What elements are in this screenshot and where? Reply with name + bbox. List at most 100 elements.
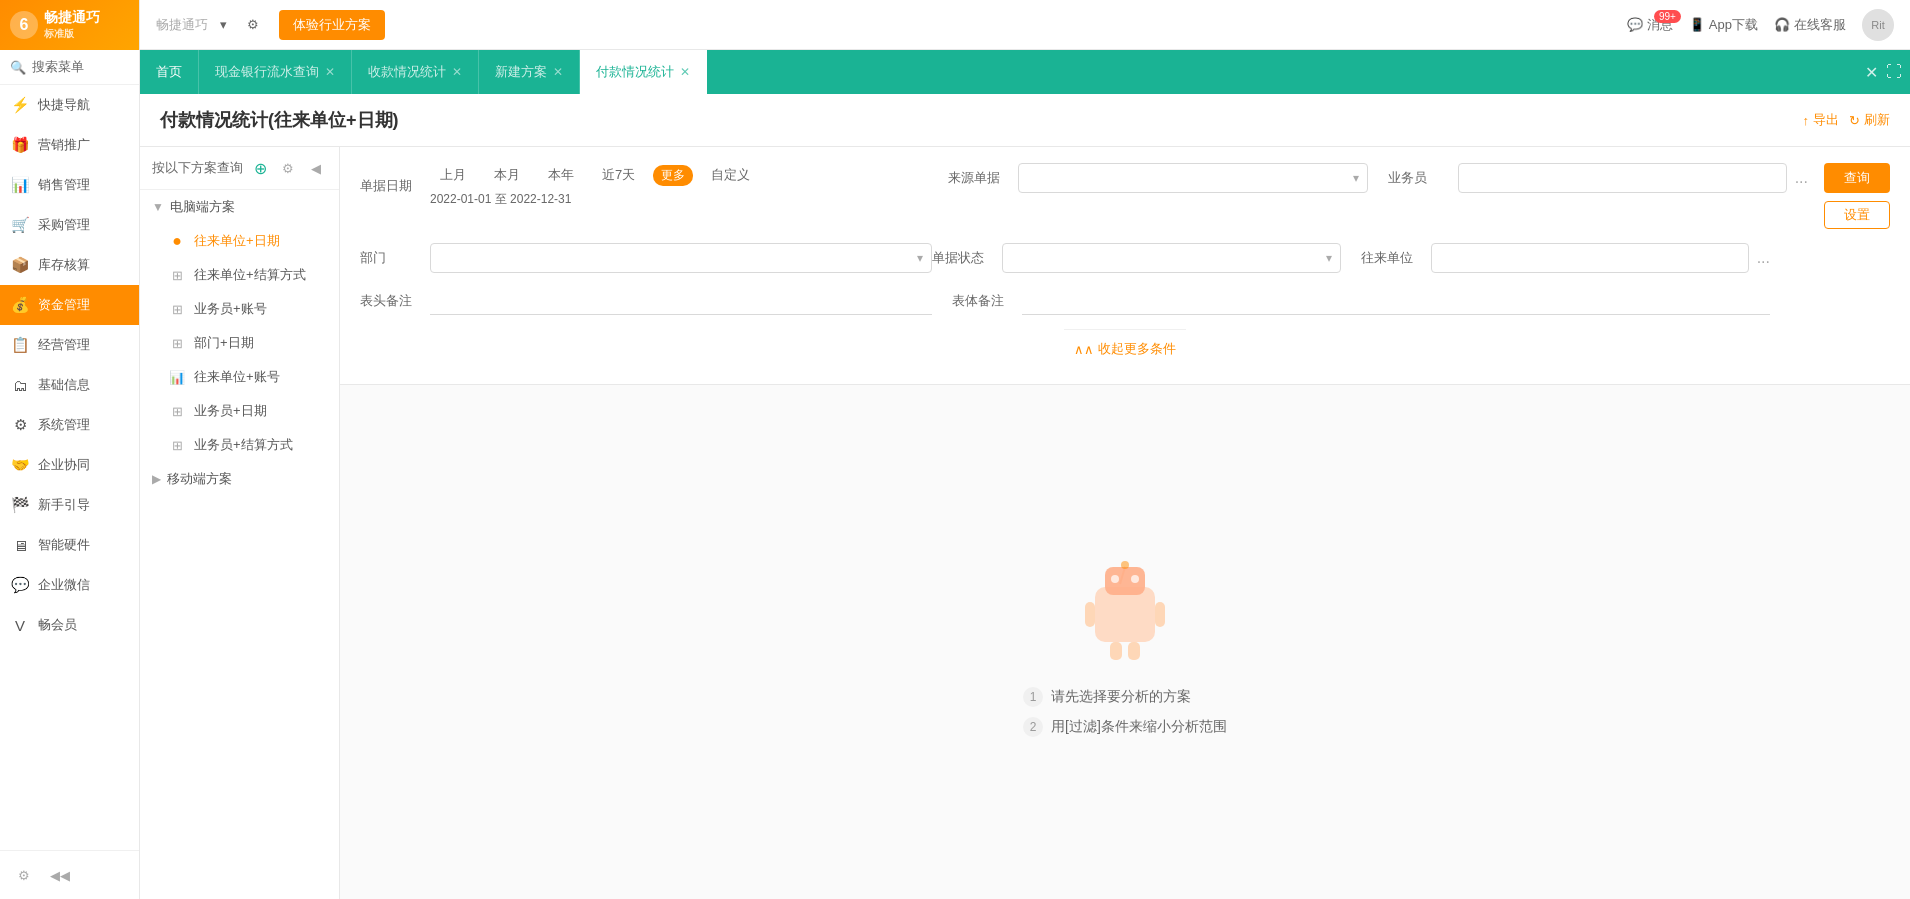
sidebar-item-label-wechat: 企业微信: [38, 576, 90, 594]
scheme-item-label-partner-date: 往来单位+日期: [194, 232, 280, 250]
salesman-dots[interactable]: ...: [1795, 169, 1808, 187]
message-btn[interactable]: 💬 消息 99+: [1627, 16, 1673, 34]
sidebar-search[interactable]: 🔍 搜索菜单: [0, 50, 139, 85]
sidebar-item-system[interactable]: ⚙ 系统管理: [0, 405, 139, 445]
date-option-this-year[interactable]: 本年: [538, 163, 584, 187]
date-label: 单据日期: [360, 177, 430, 195]
settings-btn[interactable]: 设置: [1824, 201, 1890, 229]
salesman-input[interactable]: [1458, 163, 1787, 193]
app-download-btn[interactable]: 📱 App下载: [1689, 16, 1758, 34]
dept-input[interactable]: ▾: [430, 243, 932, 273]
sidebar-item-inventory[interactable]: 📦 库存核算: [0, 245, 139, 285]
scheme-item-partner-date[interactable]: ● 往来单位+日期: [140, 224, 339, 258]
search-label: 搜索菜单: [32, 58, 84, 76]
sidebar-item-purchase[interactable]: 🛒 采购管理: [0, 205, 139, 245]
export-btn[interactable]: ↑ 导出: [1803, 111, 1840, 129]
scheme-group-desktop-title[interactable]: ▼ 电脑端方案: [140, 190, 339, 224]
sidebar-item-wechat[interactable]: 💬 企业微信: [0, 565, 139, 605]
date-option-custom[interactable]: 自定义: [701, 163, 760, 187]
topbar: 畅捷通巧 ▾ ⚙ 体验行业方案 💬 消息 99+ 📱 App下载 🎧 在线客服 …: [140, 0, 1910, 50]
note-header-input[interactable]: [430, 287, 932, 315]
finance-icon: 💰: [10, 295, 30, 315]
query-btn[interactable]: 查询: [1824, 163, 1890, 193]
refresh-btn[interactable]: ↻ 刷新: [1849, 111, 1890, 129]
inventory-icon: 📦: [10, 255, 30, 275]
date-option-this-month[interactable]: 本月: [484, 163, 530, 187]
sidebar-item-sales[interactable]: 📊 销售管理: [0, 165, 139, 205]
tab-home[interactable]: 首页: [140, 50, 199, 94]
tab-close-payment-stat[interactable]: ✕: [680, 65, 690, 79]
source-label: 来源单据: [948, 169, 1018, 187]
tab-expand-btn[interactable]: ⛶: [1886, 63, 1902, 81]
scheme-item-label-partner-account: 往来单位+账号: [194, 368, 280, 386]
scheme-item-salesman-date[interactable]: ⊞ 业务员+日期: [140, 394, 339, 428]
tab-new-scheme[interactable]: 新建方案 ✕: [479, 50, 580, 94]
scheme-group-desktop: ▼ 电脑端方案 ● 往来单位+日期 ⊞ 往来单位+结算方式 ⊞ 业务员+账号 ⊞: [140, 190, 339, 462]
topbar-dropdown[interactable]: ▾: [220, 17, 227, 32]
sidebar-collapse-btn[interactable]: ◀◀: [46, 861, 74, 889]
dropdown-arrow-icon: ▾: [220, 17, 227, 32]
tab-label-bank: 现金银行流水查询: [215, 63, 319, 81]
wechat-icon: 💬: [10, 575, 30, 595]
tab-close-all-btn[interactable]: ✕: [1865, 63, 1878, 82]
online-service-btn[interactable]: 🎧 在线客服: [1774, 16, 1846, 34]
tab-close-new-scheme[interactable]: ✕: [553, 65, 563, 79]
sidebar-item-operations[interactable]: 📋 经营管理: [0, 325, 139, 365]
date-option-last-month[interactable]: 上月: [430, 163, 476, 187]
sidebar-item-hardware[interactable]: 🖥 智能硬件: [0, 525, 139, 565]
scheme-collapse-btn[interactable]: ◀: [305, 157, 327, 179]
partner-input[interactable]: [1431, 243, 1748, 273]
page-title: 付款情况统计(往来单位+日期): [160, 108, 399, 132]
sidebar-logo: 6 畅捷通巧 标准版: [0, 0, 139, 50]
sales-icon: 📊: [10, 175, 30, 195]
guide-icon: 🏁: [10, 495, 30, 515]
scheme-add-btn[interactable]: ⊕: [249, 157, 271, 179]
logo-icon: 6: [10, 11, 38, 39]
query-btn-wrap: 查询 设置: [1824, 163, 1890, 229]
scheme-item-label-partner-settle: 往来单位+结算方式: [194, 266, 306, 284]
collapse-more-btn[interactable]: ∧∧ 收起更多条件: [1064, 329, 1186, 368]
scheme-item-partner-account[interactable]: 📊 往来单位+账号: [140, 360, 339, 394]
source-input[interactable]: ▾: [1018, 163, 1368, 193]
tab-close-receipt[interactable]: ✕: [452, 65, 462, 79]
scheme-panel-header: 按以下方案查询 ⊕ ⚙ ◀: [140, 147, 339, 190]
sidebar-item-label-basic: 基础信息: [38, 376, 90, 394]
trial-btn[interactable]: 体验行业方案: [279, 10, 385, 40]
sidebar-item-collab[interactable]: 🤝 企业协同: [0, 445, 139, 485]
operations-icon: 📋: [10, 335, 30, 355]
scheme-item-icon-partner-settle: ⊞: [168, 266, 186, 284]
tab-bank[interactable]: 现金银行流水查询 ✕: [199, 50, 352, 94]
svg-rect-4: [1085, 602, 1095, 627]
scheme-item-dept-date[interactable]: ⊞ 部门+日期: [140, 326, 339, 360]
sidebar-item-quicknav[interactable]: ⚡ 快捷导航: [0, 85, 139, 125]
topbar-settings-btn[interactable]: ⚙: [239, 11, 267, 39]
tab-receipt[interactable]: 收款情况统计 ✕: [352, 50, 479, 94]
sidebar-item-marketing[interactable]: 🎁 营销推广: [0, 125, 139, 165]
avatar[interactable]: Rit: [1862, 9, 1894, 41]
date-option-last-7days[interactable]: 近7天: [592, 163, 645, 187]
partner-dots[interactable]: ...: [1757, 249, 1770, 267]
scheme-item-salesman-account[interactable]: ⊞ 业务员+账号: [140, 292, 339, 326]
tab-close-bank[interactable]: ✕: [325, 65, 335, 79]
sidebar-item-finance[interactable]: 💰 资金管理: [0, 285, 139, 325]
sidebar-item-vip[interactable]: V 畅会员: [0, 605, 139, 645]
sidebar-settings-btn[interactable]: ⚙: [10, 861, 38, 889]
status-input[interactable]: ▾: [1002, 243, 1341, 273]
scheme-item-salesman-settle[interactable]: ⊞ 业务员+结算方式: [140, 428, 339, 462]
svg-rect-1: [1105, 567, 1145, 595]
sidebar-item-guide[interactable]: 🏁 新手引导: [0, 485, 139, 525]
hint-text-2: 用[过滤]条件来缩小分析范围: [1051, 718, 1227, 736]
scheme-group-mobile-title[interactable]: ▶ 移动端方案: [140, 462, 339, 496]
scheme-panel: 按以下方案查询 ⊕ ⚙ ◀ ▼ 电脑端方案: [140, 147, 340, 899]
scheme-item-partner-settle[interactable]: ⊞ 往来单位+结算方式: [140, 258, 339, 292]
date-options: 上月 本月 本年 近7天 更多 自定义: [430, 163, 760, 187]
sidebar-item-basic[interactable]: 🗂 基础信息: [0, 365, 139, 405]
tab-payment-stat[interactable]: 付款情况统计 ✕: [580, 50, 707, 94]
note-body-input[interactable]: [1022, 287, 1770, 315]
dept-dropdown-icon: ▾: [917, 251, 923, 265]
scheme-settings-btn[interactable]: ⚙: [277, 157, 299, 179]
scheme-item-icon-salesman-account: ⊞: [168, 300, 186, 318]
date-option-more[interactable]: 更多: [653, 165, 693, 186]
gear-icon: ⚙: [247, 17, 259, 32]
sidebar-bottom: ⚙ ◀◀: [0, 850, 139, 899]
